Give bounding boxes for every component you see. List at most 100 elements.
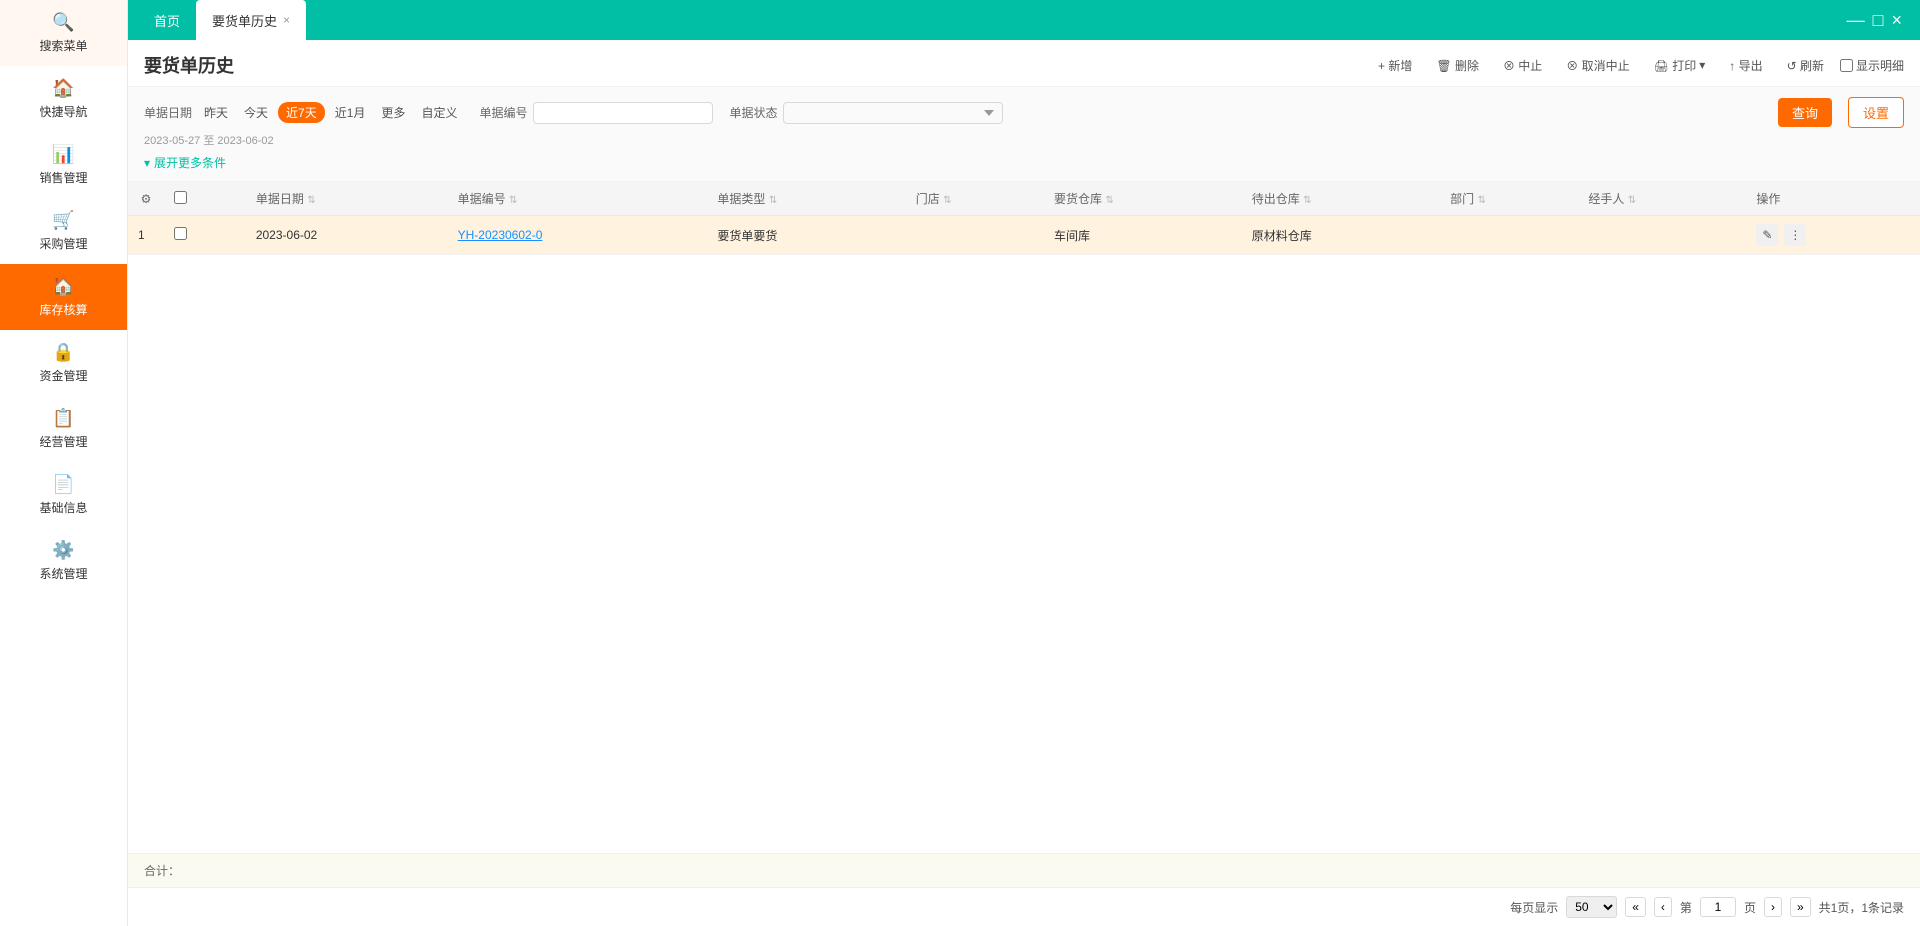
table-container: ⚙ 单据日期 ⇅ 单据编号 ⇅ 单据类型 ⇅ [128, 182, 1920, 853]
date-btn-last1month[interactable]: 近1月 [329, 102, 372, 123]
next-page-button[interactable]: › [1764, 897, 1782, 917]
filter-row-1: 单据日期 昨天 今天 近7天 近1月 更多 自定义 单据编号 [144, 97, 1904, 128]
basic-info-icon: 📄 [52, 474, 74, 495]
per-page-select[interactable]: 50 10 20 100 [1566, 896, 1617, 918]
sidebar: 🔍 搜索菜单 🏠 快捷导航 📊 销售管理 🛒 采购管理 🏠 库存核算 🔒 资金管… [0, 0, 128, 926]
row-department [1440, 216, 1578, 255]
last-page-button[interactable]: » [1790, 897, 1811, 917]
display-detail-toggle[interactable]: 显示明细 [1840, 57, 1904, 74]
maximize-button[interactable]: □ [1873, 10, 1884, 31]
display-detail-checkbox[interactable] [1840, 59, 1853, 72]
sidebar-item-inventory[interactable]: 🏠 库存核算 [0, 264, 127, 330]
ops-icon: 📋 [52, 408, 74, 429]
col-settings[interactable]: ⚙ [128, 182, 164, 216]
row-doc-number[interactable]: YH-20230602-0 [448, 216, 708, 255]
page-header: 要货单历史 + 新增 🗑 删除 ⊗ 中止 ⊗ 取消中止 🖨 打印 ▾ [128, 40, 1920, 87]
tab-requisition-history[interactable]: 要货单历史 × [196, 0, 306, 40]
col-pending-warehouse[interactable]: 待出仓库 ⇅ [1242, 182, 1440, 216]
new-button[interactable]: + 新增 [1370, 53, 1420, 78]
row-handler [1578, 216, 1746, 255]
row-checkbox[interactable] [164, 216, 246, 255]
col-doc-type[interactable]: 单据类型 ⇅ [707, 182, 905, 216]
close-window-button[interactable]: × [1891, 10, 1902, 31]
col-checkbox[interactable] [164, 182, 246, 216]
col-handler[interactable]: 经手人 ⇅ [1578, 182, 1746, 216]
cancel-stop-button[interactable]: ⊗ 取消中止 [1558, 53, 1637, 78]
minimize-button[interactable]: — [1847, 10, 1865, 31]
date-range-text: 2023-05-27 至 2023-06-02 [144, 132, 274, 148]
refresh-button[interactable]: ↺ 刷新 [1779, 53, 1832, 78]
search-menu-icon: 🔍 [52, 12, 74, 33]
date-btn-more[interactable]: 更多 [375, 102, 411, 123]
page-title: 要货单历史 [144, 52, 234, 78]
inventory-icon: 🏠 [52, 276, 74, 297]
page-number-input[interactable] [1700, 897, 1736, 917]
main-area: 首页 要货单历史 × — □ × 要货单历史 + 新增 🗑 删除 [128, 0, 1920, 926]
date-filter-btns: 昨天 今天 近7天 近1月 更多 自定义 [198, 102, 463, 123]
row-pending-warehouse: 原材料仓库 [1242, 216, 1440, 255]
doc-status-filter-group: 单据状态 [729, 102, 1003, 124]
col-store[interactable]: 门店 ⇅ [906, 182, 1044, 216]
stop-button[interactable]: ⊗ 中止 [1495, 53, 1550, 78]
sidebar-item-quick-nav[interactable]: 🏠 快捷导航 [0, 66, 127, 132]
date-btn-today[interactable]: 今天 [238, 102, 274, 123]
row-more-button[interactable]: ⋮ [1784, 224, 1806, 246]
print-button[interactable]: 🖨 打印 ▾ [1646, 53, 1714, 78]
sort-store-icon: ⇅ [943, 195, 951, 206]
sort-pending-warehouse-icon: ⇅ [1303, 195, 1311, 206]
close-tab-icon[interactable]: × [283, 13, 290, 27]
requisition-table: ⚙ 单据日期 ⇅ 单据编号 ⇅ 单据类型 ⇅ [128, 182, 1920, 255]
row-doc-type: 要货单要货 [707, 216, 905, 255]
sidebar-item-search-menu[interactable]: 🔍 搜索菜单 [0, 0, 127, 66]
sidebar-item-purchase-mgmt[interactable]: 🛒 采购管理 [0, 198, 127, 264]
row-edit-button[interactable]: ✎ [1756, 224, 1778, 246]
sidebar-item-sales-mgmt[interactable]: 📊 销售管理 [0, 132, 127, 198]
pagination-bar: 每页显示 50 10 20 100 « ‹ 第 页 › » 共1页，1条记录 [128, 887, 1920, 926]
col-doc-number[interactable]: 单据编号 ⇅ [448, 182, 708, 216]
filter-bar: 单据日期 昨天 今天 近7天 近1月 更多 自定义 单据编号 [128, 87, 1920, 182]
query-button[interactable]: 查询 [1778, 98, 1832, 127]
top-nav: 首页 要货单历史 × — □ × [128, 0, 1920, 40]
doc-status-label: 单据状态 [729, 104, 777, 121]
delete-button[interactable]: 🗑 删除 [1428, 53, 1487, 78]
sort-doc-number-icon: ⇅ [509, 195, 517, 206]
table-footer: 合计： [128, 853, 1920, 887]
sort-department-icon: ⇅ [1478, 195, 1486, 206]
doc-number-label: 单据编号 [479, 104, 527, 121]
date-btn-yesterday[interactable]: 昨天 [198, 102, 234, 123]
settings-button[interactable]: 设置 [1848, 97, 1904, 128]
date-btn-custom[interactable]: 自定义 [415, 102, 463, 123]
tab-home[interactable]: 首页 [138, 0, 196, 40]
first-page-button[interactable]: « [1625, 897, 1646, 917]
col-doc-date[interactable]: 单据日期 ⇅ [246, 182, 448, 216]
prev-page-button[interactable]: ‹ [1654, 897, 1672, 917]
sys-mgmt-icon: ⚙️ [52, 540, 74, 561]
sort-doc-type-icon: ⇅ [769, 195, 777, 206]
expand-more-btn[interactable]: ▾ 展开更多条件 [144, 154, 1904, 171]
doc-number-input[interactable] [533, 102, 713, 124]
print-dropdown-icon: ▾ [1699, 58, 1705, 72]
date-filter-group: 单据日期 昨天 今天 近7天 近1月 更多 自定义 [144, 102, 463, 123]
doc-number-filter-group: 单据编号 [479, 102, 713, 124]
export-button[interactable]: ↑ 导出 [1721, 53, 1770, 78]
doc-status-select[interactable] [783, 102, 1003, 124]
sidebar-item-finance-mgmt[interactable]: 🔒 资金管理 [0, 330, 127, 396]
row-select-checkbox[interactable] [174, 227, 187, 240]
filter-row-date-range: 2023-05-27 至 2023-06-02 [144, 132, 1904, 148]
sidebar-item-basic-info[interactable]: 📄 基础信息 [0, 462, 127, 528]
select-all-checkbox[interactable] [174, 191, 187, 204]
row-actions: ✎ ⋮ [1746, 216, 1920, 255]
quick-nav-icon: 🏠 [52, 78, 74, 99]
table-row: 1 2023-06-02 YH-20230602-0 要货单要货 车间库 原材料… [128, 216, 1920, 255]
col-department[interactable]: 部门 ⇅ [1440, 182, 1578, 216]
sidebar-item-sys-mgmt[interactable]: ⚙️ 系统管理 [0, 528, 127, 594]
row-doc-date: 2023-06-02 [246, 216, 448, 255]
sort-req-warehouse-icon: ⇅ [1105, 195, 1113, 206]
table-body: 1 2023-06-02 YH-20230602-0 要货单要货 车间库 原材料… [128, 216, 1920, 255]
date-filter-label: 单据日期 [144, 104, 192, 121]
col-req-warehouse[interactable]: 要货仓库 ⇅ [1044, 182, 1242, 216]
date-btn-last7days[interactable]: 近7天 [278, 102, 325, 123]
purchase-icon: 🛒 [52, 210, 74, 231]
sidebar-item-ops-mgmt[interactable]: 📋 经营管理 [0, 396, 127, 462]
col-actions: 操作 [1746, 182, 1920, 216]
